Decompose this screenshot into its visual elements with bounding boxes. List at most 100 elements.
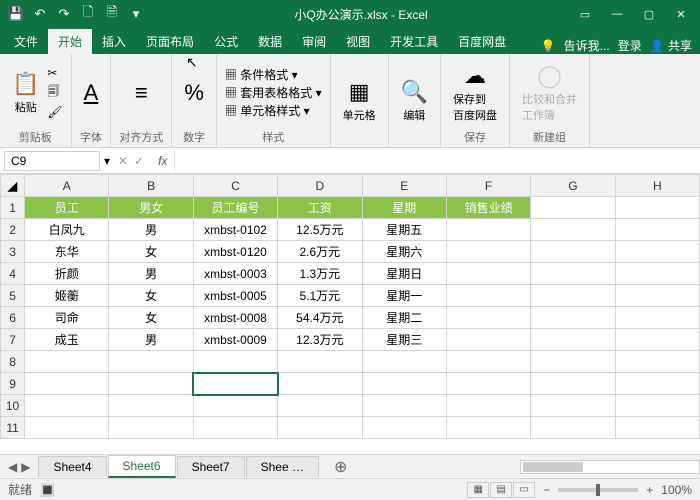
cell[interactable] — [615, 395, 699, 417]
cell[interactable] — [278, 351, 362, 373]
tab-layout[interactable]: 页面布局 — [136, 29, 204, 54]
row-header[interactable]: 11 — [1, 417, 25, 439]
cell[interactable]: 女 — [109, 307, 193, 329]
sheet-nav-next-icon[interactable]: ▶ — [21, 460, 30, 474]
cell[interactable] — [531, 351, 615, 373]
cell[interactable] — [531, 329, 615, 351]
cell[interactable] — [446, 351, 530, 373]
cell[interactable] — [193, 417, 277, 439]
cell[interactable] — [531, 263, 615, 285]
cell[interactable]: 2.6万元 — [278, 241, 362, 263]
row-header[interactable]: 5 — [1, 285, 25, 307]
tab-dev[interactable]: 开发工具 — [380, 29, 448, 54]
zoom-in-icon[interactable]: + — [646, 483, 653, 497]
col-header[interactable]: H — [615, 175, 699, 197]
cell[interactable] — [278, 395, 362, 417]
row-header[interactable]: 2 — [1, 219, 25, 241]
formula-input[interactable] — [174, 151, 700, 171]
cell[interactable] — [615, 285, 699, 307]
cell[interactable] — [615, 373, 699, 395]
view-normal-icon[interactable]: ▦ — [467, 482, 489, 498]
tab-data[interactable]: 数据 — [248, 29, 292, 54]
cell[interactable] — [25, 395, 109, 417]
cells-button[interactable]: ▦单元格 — [339, 77, 380, 125]
cell[interactable]: 姬蘅 — [25, 285, 109, 307]
name-box[interactable]: C9 — [4, 151, 100, 171]
col-header[interactable]: E — [362, 175, 446, 197]
row-header[interactable]: 3 — [1, 241, 25, 263]
col-header[interactable]: G — [531, 175, 615, 197]
cell[interactable]: xmbst-0005 — [193, 285, 277, 307]
col-header[interactable]: D — [278, 175, 362, 197]
cell[interactable] — [531, 417, 615, 439]
cell[interactable] — [615, 307, 699, 329]
cell[interactable]: 男女 — [109, 197, 193, 219]
sheet-tab-active[interactable]: Sheet6 — [108, 455, 176, 478]
cell[interactable] — [278, 373, 362, 395]
cell[interactable] — [531, 395, 615, 417]
cell[interactable] — [446, 285, 530, 307]
tab-formulas[interactable]: 公式 — [204, 29, 248, 54]
add-sheet-button[interactable]: ⊕ — [320, 454, 361, 480]
cell[interactable]: 男 — [109, 263, 193, 285]
cell[interactable]: 女 — [109, 241, 193, 263]
col-header[interactable]: B — [109, 175, 193, 197]
cell[interactable] — [615, 241, 699, 263]
sheet-nav-prev-icon[interactable]: ◀ — [8, 460, 17, 474]
cell[interactable]: 东华 — [25, 241, 109, 263]
cell[interactable] — [362, 417, 446, 439]
cell[interactable]: 54.4万元 — [278, 307, 362, 329]
paste-button[interactable]: 📋粘贴 — [8, 69, 43, 117]
row-header[interactable]: 10 — [1, 395, 25, 417]
horizontal-scrollbar[interactable] — [520, 460, 700, 474]
save-icon[interactable]: 💾 — [6, 4, 26, 24]
save-baidu-button[interactable]: ☁保存到 百度网盘 — [449, 61, 501, 125]
row-header[interactable]: 4 — [1, 263, 25, 285]
cell[interactable]: 星期六 — [362, 241, 446, 263]
cell[interactable] — [615, 417, 699, 439]
cell[interactable]: 白凤九 — [25, 219, 109, 241]
cell[interactable]: 星期五 — [362, 219, 446, 241]
cell[interactable] — [531, 285, 615, 307]
cell[interactable]: xmbst-0102 — [193, 219, 277, 241]
minimize-icon[interactable]: — — [602, 4, 632, 24]
cell[interactable] — [615, 329, 699, 351]
cell[interactable] — [25, 373, 109, 395]
cell[interactable]: 男 — [109, 219, 193, 241]
cell[interactable]: 星期日 — [362, 263, 446, 285]
zoom-level[interactable]: 100% — [661, 483, 692, 497]
format-painter-icon[interactable]: 🖌 — [47, 105, 62, 119]
cell[interactable] — [109, 417, 193, 439]
cell[interactable]: 员工编号 — [193, 197, 277, 219]
cell[interactable] — [531, 241, 615, 263]
cell[interactable] — [446, 373, 530, 395]
view-layout-icon[interactable]: ▤ — [490, 482, 512, 498]
undo-icon[interactable]: ↶ — [30, 4, 50, 24]
align-button[interactable]: ≡ — [131, 78, 152, 108]
cell[interactable] — [615, 197, 699, 219]
cell[interactable]: 司命 — [25, 307, 109, 329]
cell[interactable] — [109, 395, 193, 417]
cell[interactable] — [531, 219, 615, 241]
cell[interactable] — [615, 219, 699, 241]
cell[interactable] — [446, 219, 530, 241]
cell[interactable]: xmbst-0120 — [193, 241, 277, 263]
cell[interactable] — [446, 417, 530, 439]
cell[interactable] — [446, 263, 530, 285]
col-header[interactable]: F — [446, 175, 530, 197]
fx-icon[interactable]: fx — [152, 154, 173, 168]
cell[interactable]: 工资 — [278, 197, 362, 219]
cell[interactable] — [25, 351, 109, 373]
cell[interactable]: 星期三 — [362, 329, 446, 351]
login-button[interactable]: 登录 — [618, 37, 642, 54]
tab-file[interactable]: 文件 — [4, 29, 48, 54]
row-header[interactable]: 1 — [1, 197, 25, 219]
cell[interactable] — [531, 373, 615, 395]
cell[interactable] — [362, 351, 446, 373]
tab-baidu[interactable]: 百度网盘 — [448, 29, 516, 54]
cell[interactable]: 1.3万元 — [278, 263, 362, 285]
col-header[interactable]: A — [25, 175, 109, 197]
cancel-formula-icon[interactable]: ✕ — [118, 154, 128, 168]
redo-icon[interactable]: ↷ — [54, 4, 74, 24]
zoom-slider[interactable] — [558, 488, 638, 492]
